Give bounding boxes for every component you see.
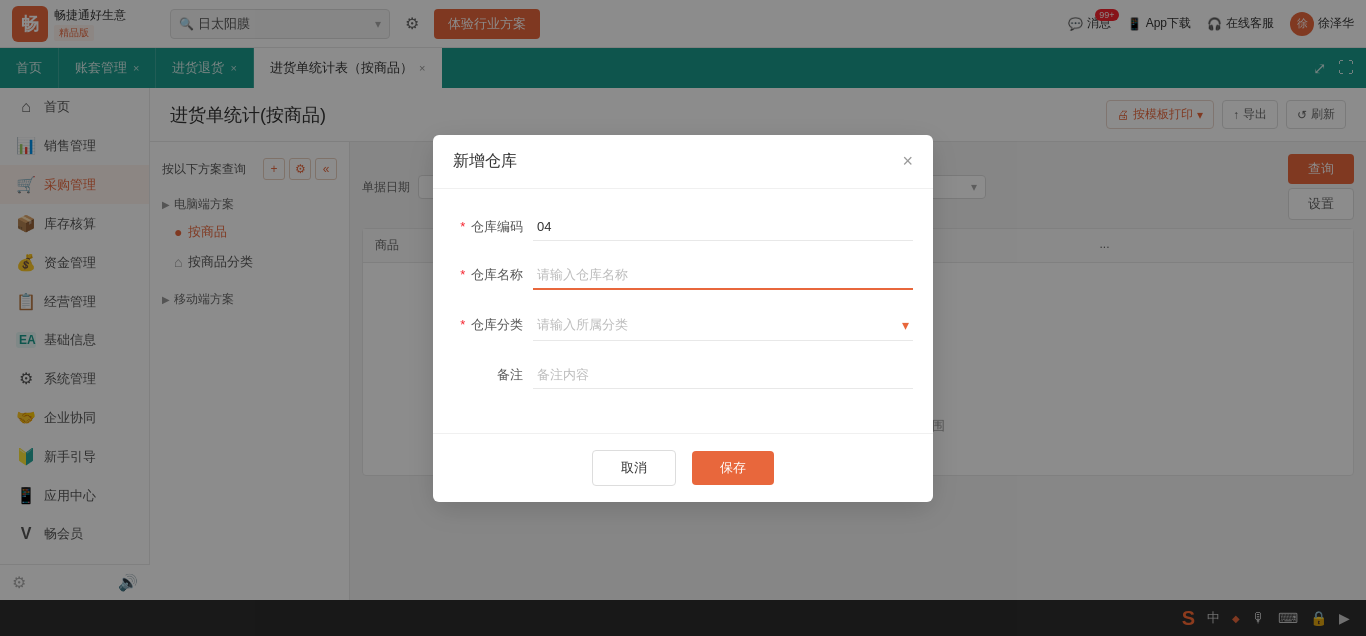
- dialog-header: 新增仓库 ×: [433, 135, 933, 189]
- dialog-close-btn[interactable]: ×: [902, 151, 913, 172]
- dialog-footer: 取消 保存: [433, 433, 933, 502]
- form-row-code: * 仓库编码: [453, 213, 913, 241]
- category-chevron-icon: ▾: [902, 317, 909, 333]
- warehouse-name-input[interactable]: [533, 261, 913, 290]
- form-row-category: * 仓库分类 请输入所属分类 ▾: [453, 310, 913, 341]
- form-row-name: * 仓库名称: [453, 261, 913, 290]
- warehouse-category-select[interactable]: 请输入所属分类 ▾: [533, 310, 913, 341]
- name-label: * 仓库名称: [453, 266, 533, 284]
- warehouse-remark-input[interactable]: [533, 361, 913, 389]
- dialog-title: 新增仓库: [453, 151, 517, 172]
- dialog-body: * 仓库编码 * 仓库名称 * 仓库分类 请输入: [433, 189, 933, 433]
- code-label: * 仓库编码: [453, 218, 533, 236]
- form-row-remark: 备注: [453, 361, 913, 389]
- category-placeholder: 请输入所属分类: [537, 316, 628, 334]
- category-label: * 仓库分类: [453, 316, 533, 334]
- new-warehouse-dialog: 新增仓库 × * 仓库编码 * 仓库名称: [433, 135, 933, 502]
- save-btn[interactable]: 保存: [692, 451, 774, 485]
- warehouse-code-input[interactable]: [533, 213, 913, 241]
- modal-overlay: 新增仓库 × * 仓库编码 * 仓库名称: [0, 0, 1366, 636]
- remark-label: 备注: [453, 366, 533, 384]
- cancel-btn[interactable]: 取消: [592, 450, 676, 486]
